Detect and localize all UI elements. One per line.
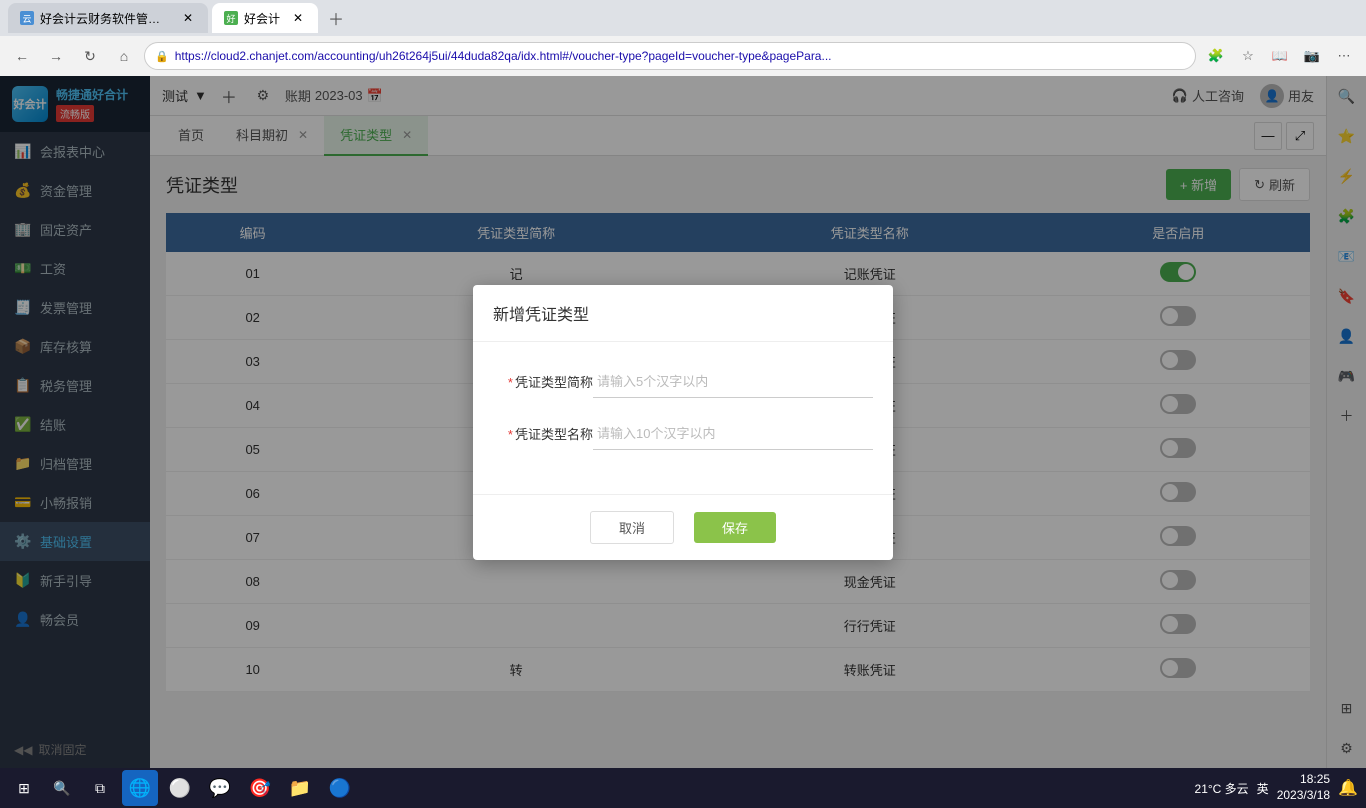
name-label: *凭证类型名称 bbox=[493, 424, 593, 443]
screenshot-button[interactable]: 📷 bbox=[1298, 42, 1326, 70]
dialog-header: 新增凭证类型 bbox=[473, 285, 893, 342]
lock-icon: 🔒 bbox=[155, 50, 169, 63]
name-required-mark: * bbox=[508, 427, 513, 442]
url-bar[interactable]: 🔒 https://cloud2.chanjet.com/accounting/… bbox=[144, 42, 1196, 70]
tab-favicon-1: 云 bbox=[20, 11, 34, 25]
tab-favicon-2: 好 bbox=[224, 11, 238, 25]
extensions-button[interactable]: 🧩 bbox=[1202, 42, 1230, 70]
back-button[interactable]: ← bbox=[8, 42, 36, 70]
tab-label-2: 好会计 bbox=[244, 10, 280, 27]
dialog-body: *凭证类型简称 *凭证类型名称 bbox=[473, 342, 893, 494]
app4-icon: 🎯 bbox=[249, 778, 271, 799]
abbr-required-mark: * bbox=[508, 375, 513, 390]
forward-button[interactable]: → bbox=[42, 42, 70, 70]
time-display: 18:25 bbox=[1277, 772, 1330, 788]
files-icon: 📁 bbox=[289, 778, 311, 799]
edge-icon: 🌐 bbox=[129, 778, 151, 799]
taskbar-wechat[interactable]: 💬 bbox=[202, 770, 238, 806]
abbr-label: *凭证类型简称 bbox=[493, 372, 593, 391]
tab-label-1: 好会计云财务软件管理系统_会计 bbox=[40, 10, 170, 27]
dialog-title: 新增凭证类型 bbox=[493, 301, 589, 325]
tab-bar: 云 好会计云财务软件管理系统_会计 ✕ 好 好会计 ✕ ＋ bbox=[0, 0, 1366, 36]
taskbar-apps: 🌐 ⚪ 💬 🎯 📁 🔵 bbox=[122, 770, 358, 806]
address-bar: ← → ↻ ⌂ 🔒 https://cloud2.chanjet.com/acc… bbox=[0, 36, 1366, 76]
taskbar-chrome[interactable]: ⚪ bbox=[162, 770, 198, 806]
more-button[interactable]: ⋯ bbox=[1330, 42, 1358, 70]
home-button[interactable]: ⌂ bbox=[110, 42, 138, 70]
abbr-input[interactable] bbox=[593, 366, 873, 398]
reading-mode-button[interactable]: 📖 bbox=[1266, 42, 1294, 70]
edge2-icon: 🔵 bbox=[329, 778, 351, 799]
browser-actions: 🧩 ☆ 📖 📷 ⋯ bbox=[1202, 42, 1358, 70]
task-view-button[interactable]: ⧉ bbox=[84, 772, 116, 804]
browser-tab-2[interactable]: 好 好会计 ✕ bbox=[212, 3, 318, 33]
taskbar-edge2[interactable]: 🔵 bbox=[322, 770, 358, 806]
browser-tab-1[interactable]: 云 好会计云财务软件管理系统_会计 ✕ bbox=[8, 3, 208, 33]
name-input[interactable] bbox=[593, 418, 873, 450]
name-form-row: *凭证类型名称 bbox=[493, 418, 873, 450]
search-button[interactable]: 🔍 bbox=[46, 772, 78, 804]
wechat-icon: 💬 bbox=[209, 778, 231, 799]
new-tab-button[interactable]: ＋ bbox=[322, 4, 350, 32]
taskbar-right: 21°C 多云 英 18:25 2023/3/18 🔔 bbox=[1195, 772, 1358, 803]
notification-icon[interactable]: 🔔 bbox=[1338, 778, 1358, 798]
language-indicator: 英 bbox=[1257, 780, 1269, 797]
chrome-icon: ⚪ bbox=[169, 778, 191, 799]
favorites-button[interactable]: ☆ bbox=[1234, 42, 1262, 70]
taskbar-files[interactable]: 📁 bbox=[282, 770, 318, 806]
save-button[interactable]: 保存 bbox=[694, 512, 776, 543]
taskbar: ⊞ 🔍 ⧉ 🌐 ⚪ 💬 🎯 📁 🔵 21°C 多云 英 18:25 2023/3… bbox=[0, 768, 1366, 808]
refresh-button[interactable]: ↻ bbox=[76, 42, 104, 70]
taskbar-clock: 18:25 2023/3/18 bbox=[1277, 772, 1330, 803]
abbr-label-text: 凭证类型简称 bbox=[515, 375, 593, 390]
cancel-button[interactable]: 取消 bbox=[590, 511, 674, 544]
abbr-form-row: *凭证类型简称 bbox=[493, 366, 873, 398]
tab-close-2[interactable]: ✕ bbox=[290, 10, 306, 26]
taskbar-app4[interactable]: 🎯 bbox=[242, 770, 278, 806]
url-text: https://cloud2.chanjet.com/accounting/uh… bbox=[175, 49, 1185, 63]
date-display: 2023/3/18 bbox=[1277, 788, 1330, 804]
start-button[interactable]: ⊞ bbox=[8, 772, 40, 804]
weather-info: 21°C 多云 bbox=[1195, 780, 1249, 797]
dialog-overlay: 新增凭证类型 *凭证类型简称 *凭证类型名称 取消 保存 bbox=[0, 76, 1366, 768]
browser-chrome: 云 好会计云财务软件管理系统_会计 ✕ 好 好会计 ✕ ＋ ← → ↻ ⌂ 🔒 … bbox=[0, 0, 1366, 76]
new-voucher-type-dialog: 新增凭证类型 *凭证类型简称 *凭证类型名称 取消 保存 bbox=[473, 285, 893, 560]
name-label-text: 凭证类型名称 bbox=[515, 427, 593, 442]
tab-close-1[interactable]: ✕ bbox=[180, 10, 196, 26]
taskbar-edge[interactable]: 🌐 bbox=[122, 770, 158, 806]
dialog-footer: 取消 保存 bbox=[473, 494, 893, 560]
